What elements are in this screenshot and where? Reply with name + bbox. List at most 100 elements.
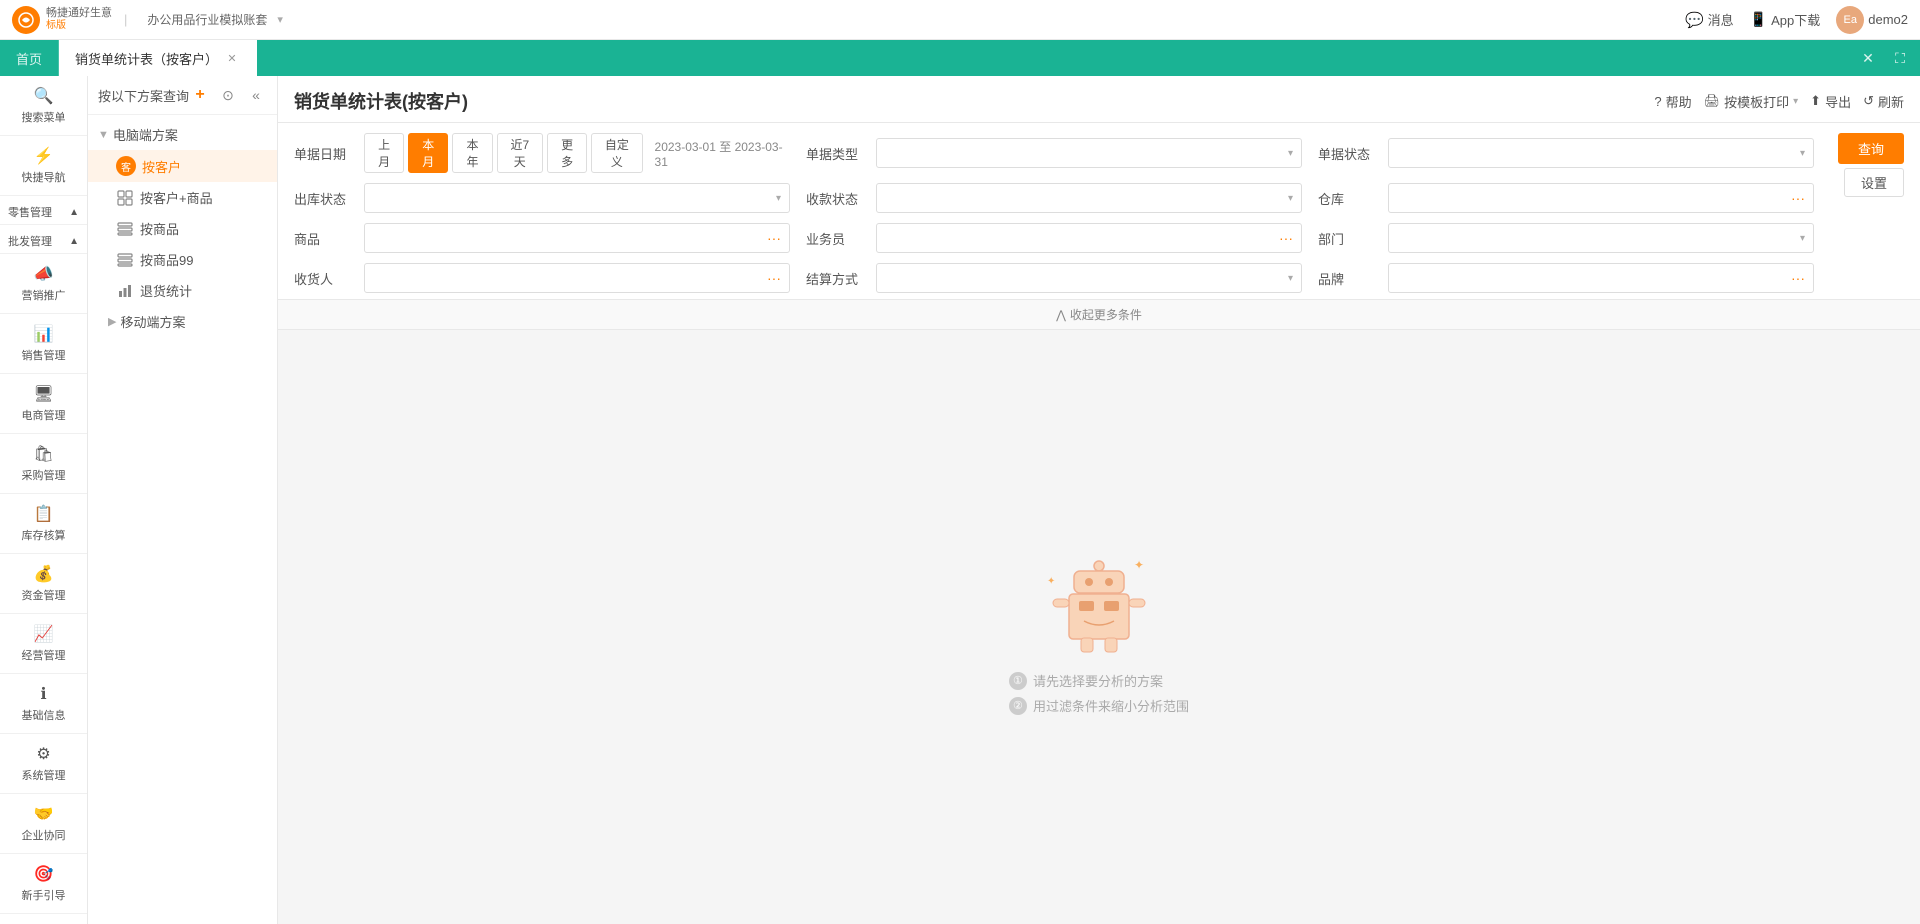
last-month-btn[interactable]: 上月 (364, 133, 404, 173)
department-select[interactable]: ▾ (1388, 223, 1814, 253)
page-title: 销货单统计表(按客户) (294, 88, 468, 114)
salesperson-dots-btn[interactable]: ··· (1279, 230, 1293, 246)
logo-icon (12, 6, 40, 34)
doc-type-chevron: ▾ (1288, 148, 1293, 159)
finance-icon: 💰 (34, 564, 54, 584)
settings-scheme-btn[interactable]: ⊙ (217, 84, 239, 106)
message-btn[interactable]: 💬 消息 (1685, 10, 1734, 29)
sidebar-item-finance[interactable]: 💰 资金管理 (0, 554, 87, 614)
receiver-dots-btn[interactable]: ··· (767, 270, 781, 286)
add-scheme-btn[interactable]: + (189, 84, 211, 106)
sidebar-item-ecom-mgmt[interactable]: 🖥 电商管理 (0, 374, 87, 434)
settle-method-chevron: ▾ (1288, 273, 1293, 284)
tab-home[interactable]: 首页 (0, 40, 59, 76)
top-header: 畅捷通好生意 标版 | 办公用品行业模拟账套 ▾ 💬 消息 📱 App下载 Ea… (0, 0, 1920, 40)
sidebar-item-app-center[interactable]: 📱 应用中心 (0, 914, 87, 924)
operations-icon: 📈 (34, 624, 54, 644)
tab-close-window-btn[interactable]: ✕ (1856, 46, 1880, 70)
collapse-arrow-icon: ⋀ (1056, 308, 1066, 322)
main-layout: 🔍 搜索菜单 ⚡ 快捷导航 零售管理 ▲ 批发管理 ▲ 📣 营销推广 📊 销售管… (0, 76, 1920, 924)
ecom-icon: 🖥 (33, 384, 53, 404)
date-quick-btns: 上月 本月 本年 近7天 更多 自定义 (364, 133, 643, 173)
purchase-icon: 🛍 (33, 444, 53, 464)
empty-hint-1: ① 请先选择要分析的方案 (1009, 671, 1189, 690)
export-btn[interactable]: ⬆ 导出 (1810, 92, 1851, 111)
tree-section: ▼ 电脑端方案 客 按客户 按客户+商品 按商品 (88, 115, 277, 341)
settings-btn[interactable]: 设置 (1844, 168, 1904, 197)
collapse-panel-btn[interactable]: « (245, 84, 267, 106)
tree-child-by-goods[interactable]: 按商品 (88, 213, 277, 244)
sidebar-item-purchase-mgmt[interactable]: 🛍 采购管理 (0, 434, 87, 494)
sidebar-item-new-user[interactable]: 🎯 新手引导 (0, 854, 87, 914)
receipt-status-select[interactable]: ▾ (876, 183, 1302, 213)
filter-wrapper: 单据日期 上月 本月 本年 近7天 更多 自定义 (278, 123, 1920, 330)
tree-child-return-stats[interactable]: 退货统计 (88, 275, 277, 306)
filter-btn-col: 查询 设置 (1830, 123, 1920, 299)
warehouse-select[interactable]: ··· (1388, 183, 1814, 213)
out-status-label: 出库状态 (294, 189, 364, 208)
warehouse-dots-btn[interactable]: ··· (1791, 190, 1805, 206)
customer-scheme-icon: 客 (116, 156, 136, 176)
refresh-btn[interactable]: ↺ 刷新 (1863, 92, 1904, 111)
header-left: 畅捷通好生意 标版 | 办公用品行业模拟账套 ▾ (12, 6, 283, 34)
sidebar-item-search-menu[interactable]: 🔍 搜索菜单 (0, 76, 87, 136)
tree-child-by-customer[interactable]: 客 按客户 (88, 150, 277, 182)
filter-fields: 单据日期 上月 本月 本年 近7天 更多 自定义 (278, 123, 1830, 299)
sidebar-item-retail-mgmt[interactable]: 零售管理 ▲ (0, 196, 87, 225)
settings-icon: ⊙ (222, 87, 234, 104)
tree-parent-desktop[interactable]: ▼ 电脑端方案 (88, 119, 277, 150)
tab-close-icon[interactable]: ✕ (224, 50, 240, 66)
tab-sales-stats[interactable]: 销货单统计表（按客户） ✕ (59, 40, 257, 76)
this-year-btn[interactable]: 本年 (452, 133, 492, 173)
tree-expand-icon: ▼ (98, 129, 109, 141)
sidebar-item-basic-info[interactable]: ℹ 基础信息 (0, 674, 87, 734)
logo-text: 畅捷通好生意 标版 (46, 7, 112, 32)
marketing-icon: 📣 (34, 264, 54, 284)
user-menu[interactable]: Ea demo2 (1836, 6, 1908, 34)
brand-dots-btn[interactable]: ··· (1791, 270, 1805, 286)
tab-expand-btn[interactable]: ⛶ (1888, 46, 1912, 70)
sidebar-item-inventory[interactable]: 📋 库存核算 (0, 494, 87, 554)
svg-text:✦: ✦ (1134, 558, 1144, 572)
export-icon: ⬆ (1810, 93, 1821, 109)
out-status-select[interactable]: ▾ (364, 183, 790, 213)
sidebar-item-quick-nav[interactable]: ⚡ 快捷导航 (0, 136, 87, 196)
7days-btn[interactable]: 近7天 (497, 133, 543, 173)
goods-select[interactable]: ··· (364, 223, 790, 253)
sidebar-item-wholesale-mgmt[interactable]: 批发管理 ▲ (0, 225, 87, 254)
tab-bar-actions: ✕ ⛶ (1856, 46, 1920, 70)
print-btn[interactable]: 🖨 按模板打印 ▾ (1704, 92, 1799, 111)
settle-method-select[interactable]: ▾ (876, 263, 1302, 293)
out-status-chevron: ▾ (776, 193, 781, 204)
this-month-btn[interactable]: 本月 (408, 133, 448, 173)
help-btn[interactable]: ? 帮助 (1654, 92, 1691, 111)
custom-btn[interactable]: 自定义 (591, 133, 642, 173)
sidebar-item-sales-mgmt[interactable]: 📊 销售管理 (0, 314, 87, 374)
sidebar-item-operations[interactable]: 📈 经营管理 (0, 614, 87, 674)
collapse-icon: « (252, 87, 260, 103)
sidebar-item-sys-mgmt[interactable]: ⚙ 系统管理 (0, 734, 87, 794)
tree-child-by-customer-goods[interactable]: 按客户+商品 (88, 182, 277, 213)
app-download-btn[interactable]: 📱 App下载 (1750, 10, 1821, 29)
mobile-expand-icon: ▶ (108, 315, 116, 328)
dropdown-icon[interactable]: ▾ (277, 13, 283, 26)
app-title: 办公用品行业模拟账套 (147, 11, 267, 28)
tree-parent-mobile[interactable]: ▶ 移动端方案 (88, 306, 277, 337)
wholesale-arrow-icon: ▲ (69, 236, 79, 247)
tab-bar: 首页 销货单统计表（按客户） ✕ ✕ ⛶ (0, 40, 1920, 76)
tree-child-by-goods-99[interactable]: 按商品99 (88, 244, 277, 275)
sidebar: 🔍 搜索菜单 ⚡ 快捷导航 零售管理 ▲ 批发管理 ▲ 📣 营销推广 📊 销售管… (0, 76, 88, 924)
query-btn[interactable]: 查询 (1838, 133, 1904, 164)
salesperson-select[interactable]: ··· (876, 223, 1302, 253)
collapse-bar[interactable]: ⋀ 收起更多条件 (278, 299, 1920, 329)
help-icon: ? (1654, 94, 1661, 109)
more-btn[interactable]: 更多 (547, 133, 587, 173)
brand-select[interactable]: ··· (1388, 263, 1814, 293)
doc-status-chevron: ▾ (1800, 148, 1805, 159)
receiver-select[interactable]: ··· (364, 263, 790, 293)
goods-dots-btn[interactable]: ··· (767, 230, 781, 246)
sidebar-item-enterprise[interactable]: 🤝 企业协同 (0, 794, 87, 854)
doc-type-select[interactable]: ▾ (876, 138, 1302, 168)
doc-status-select[interactable]: ▾ (1388, 138, 1814, 168)
sidebar-item-marketing[interactable]: 📣 营销推广 (0, 254, 87, 314)
